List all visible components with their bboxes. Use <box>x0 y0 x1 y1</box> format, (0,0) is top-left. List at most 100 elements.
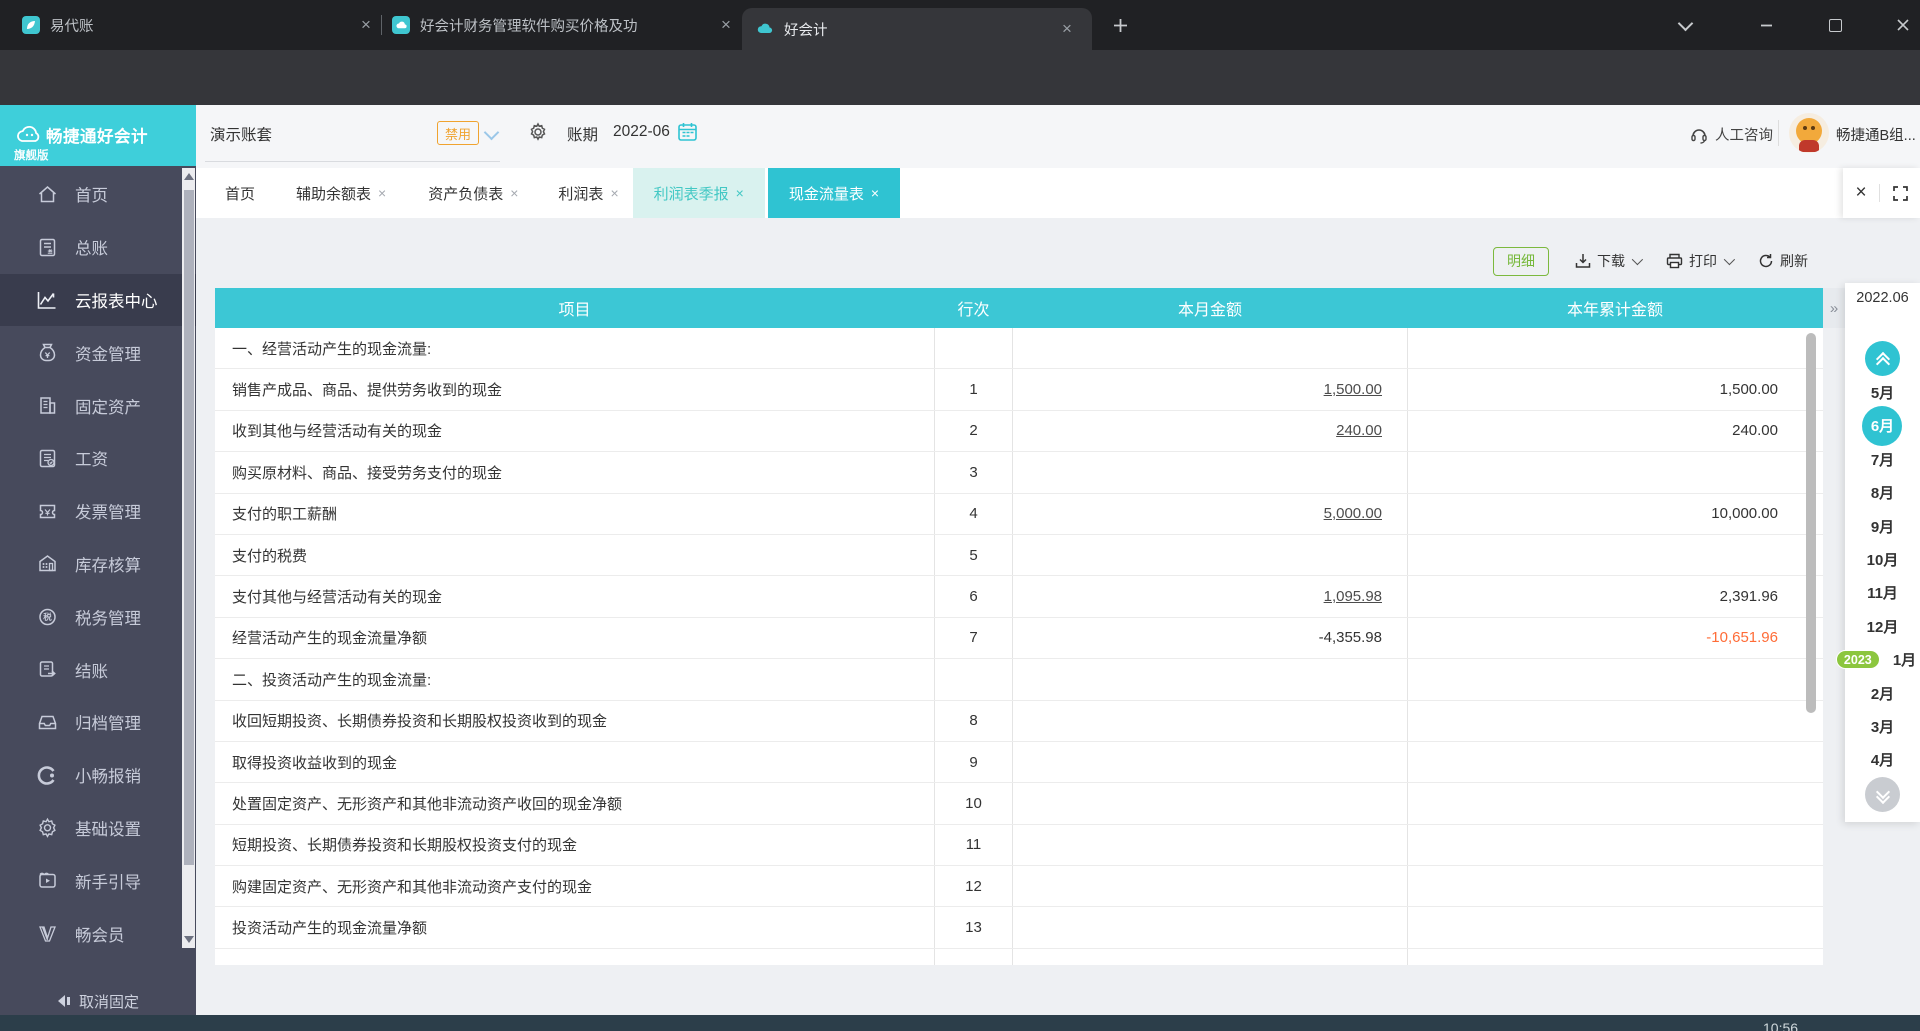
unpin-sidebar-button[interactable]: 取消固定 <box>0 988 196 1014</box>
sidebar-item[interactable]: 固定资产 <box>0 379 196 432</box>
close-icon[interactable]: × <box>1855 182 1866 204</box>
tab-close-icon[interactable]: × <box>871 185 879 201</box>
support-link[interactable]: 人工咨询 <box>1690 124 1773 145</box>
download-label: 下载 <box>1597 253 1625 269</box>
sidebar-item[interactable]: 小畅报销 <box>0 749 196 802</box>
tab-close-icon[interactable]: × <box>736 185 744 201</box>
tab-label: 利润表季报 <box>653 185 729 203</box>
month-item[interactable]: 8月 <box>1845 476 1920 509</box>
sidebar-item-label: 结账 <box>75 662 108 681</box>
print-label: 打印 <box>1689 253 1717 269</box>
cell-month-amount: 1,095.98 <box>1013 576 1407 616</box>
month-item[interactable]: 4月 <box>1845 743 1920 776</box>
minimize-icon[interactable] <box>1743 0 1789 50</box>
cell-ytd-amount <box>1407 866 1823 907</box>
account-name[interactable]: 演示账套 <box>210 123 272 145</box>
table-row: 支付的税费 5 <box>215 534 1823 577</box>
tab-list-chevron-icon[interactable] <box>1662 0 1708 50</box>
month-amount-value[interactable]: 1,500.00 <box>1324 381 1382 398</box>
period-value[interactable]: 2022-06 <box>613 123 670 141</box>
browser-tab-1[interactable]: 易代账 × <box>22 0 377 50</box>
tab-close-icon[interactable]: × <box>610 185 618 201</box>
sidebar-item[interactable]: 基础设置 <box>0 802 196 855</box>
sidebar-item-label: 基础设置 <box>75 820 141 839</box>
month-item[interactable]: 9月 <box>1845 510 1920 543</box>
tab-title: 易代账 <box>50 18 94 35</box>
month-item[interactable]: 6月 <box>1845 405 1920 446</box>
sidebar-item[interactable]: 新手引导 <box>0 854 196 907</box>
detail-button[interactable]: 明细 <box>1493 246 1549 276</box>
tab-label: 辅助余额表 <box>296 185 372 203</box>
gear-icon[interactable] <box>528 122 548 142</box>
sidebar-item[interactable]: 税 税务管理 <box>0 590 196 643</box>
sidebar-item[interactable]: 工资 <box>0 432 196 485</box>
month-item[interactable]: 3月 <box>1845 710 1920 743</box>
tab-aux-balance[interactable]: 辅助余额表 × <box>296 168 386 218</box>
table-scrollbar-thumb[interactable] <box>1806 333 1816 713</box>
sidebar-item[interactable]: 首页 <box>0 168 196 221</box>
cell-line-number: 6 <box>934 576 1013 617</box>
sidebar-item[interactable]: 库存核算 <box>0 538 196 591</box>
refresh-label: 刷新 <box>1780 253 1808 269</box>
month-item[interactable]: 2023 1月 <box>1835 643 1920 676</box>
month-item[interactable]: 10月 <box>1845 543 1920 576</box>
browser-tab-3-active[interactable]: 好会计 × <box>742 8 1092 50</box>
panel-collapse-button[interactable]: » <box>1823 288 1845 328</box>
table-row: 处置固定资产、无形资产和其他非流动资产收回的现金净额 10 <box>215 783 1823 825</box>
year-badge: 2023 <box>1835 650 1880 670</box>
month-amount-value[interactable]: 5,000.00 <box>1324 505 1382 522</box>
status-badge: 禁用 <box>437 121 479 145</box>
tab-home[interactable]: 首页 <box>225 168 255 218</box>
sidebar-item[interactable]: 总账 <box>0 221 196 274</box>
month-amount-value[interactable]: 1,095.98 <box>1324 588 1382 605</box>
cell-month-amount <box>1013 452 1407 492</box>
month-item[interactable]: 12月 <box>1845 610 1920 643</box>
month-label: 11月 <box>1867 585 1898 603</box>
tab-income-statement[interactable]: 利润表 × <box>558 168 618 218</box>
refresh-button[interactable]: 刷新 <box>1758 251 1808 271</box>
print-button[interactable]: 打印 <box>1666 251 1736 271</box>
scroll-months-up-button[interactable] <box>1865 341 1900 376</box>
ytd-amount-value: 240.00 <box>1732 422 1778 440</box>
close-icon[interactable] <box>1880 0 1920 50</box>
new-tab-button[interactable] <box>1100 0 1140 50</box>
month-amount-value[interactable]: 240.00 <box>1336 422 1382 439</box>
fullscreen-icon[interactable] <box>1892 185 1908 201</box>
month-item[interactable]: 5月 <box>1845 376 1920 409</box>
sidebar-item[interactable]: 畅会员 <box>0 907 196 960</box>
month-amount-value[interactable]: -4,355.98 <box>1319 629 1382 646</box>
month-item[interactable]: 2月 <box>1845 677 1920 710</box>
month-item[interactable]: 11月 <box>1845 576 1920 609</box>
tab-close-icon[interactable]: × <box>1056 19 1078 39</box>
avatar[interactable] <box>1789 113 1829 153</box>
scroll-months-down-button[interactable] <box>1865 777 1900 812</box>
browser-tab-strip: 易代账 × 好会计财务管理软件购买价格及功 × 好会计 × <box>0 0 1920 50</box>
tab-label: 现金流量表 <box>788 185 864 203</box>
tab-close-icon[interactable]: × <box>715 15 737 35</box>
sidebar-item[interactable]: 资金管理 <box>0 326 196 379</box>
tab-income-quarterly[interactable]: 利润表季报 × <box>632 168 765 218</box>
month-item[interactable]: 7月 <box>1845 443 1920 476</box>
sidebar-scrollbar-thumb[interactable] <box>183 190 194 865</box>
ytd-amount-value: 1,500.00 <box>1719 381 1778 399</box>
cell-ytd-amount <box>1407 741 1823 783</box>
browser-tab-2[interactable]: 好会计财务管理软件购买价格及功 × <box>392 0 737 50</box>
sidebar-item[interactable]: 结账 <box>0 643 196 696</box>
sidebar-item[interactable]: 云报表中心 <box>0 273 196 327</box>
calendar-icon[interactable] <box>678 122 697 141</box>
tab-close-icon[interactable]: × <box>378 185 386 201</box>
tab-cash-flow-active[interactable]: 现金流量表 × <box>767 168 901 218</box>
sidebar-item[interactable]: 发票管理 <box>0 485 196 538</box>
scroll-down-arrow[interactable] <box>183 936 194 943</box>
tab-title: 好会计财务管理软件购买价格及功 <box>420 18 638 35</box>
tab-close-icon[interactable]: × <box>510 185 518 201</box>
cell-line-number: 4 <box>934 493 1013 534</box>
restore-icon[interactable] <box>1812 0 1858 50</box>
scroll-up-arrow[interactable] <box>183 173 194 180</box>
download-button[interactable]: 下载 <box>1575 251 1644 271</box>
sidebar-item-label: 首页 <box>75 187 108 206</box>
user-name[interactable]: 畅捷通B组... <box>1836 124 1918 145</box>
tab-close-icon[interactable]: × <box>355 15 377 35</box>
sidebar-item[interactable]: 归档管理 <box>0 696 196 749</box>
tab-balance-sheet[interactable]: 资产负债表 × <box>428 168 518 218</box>
